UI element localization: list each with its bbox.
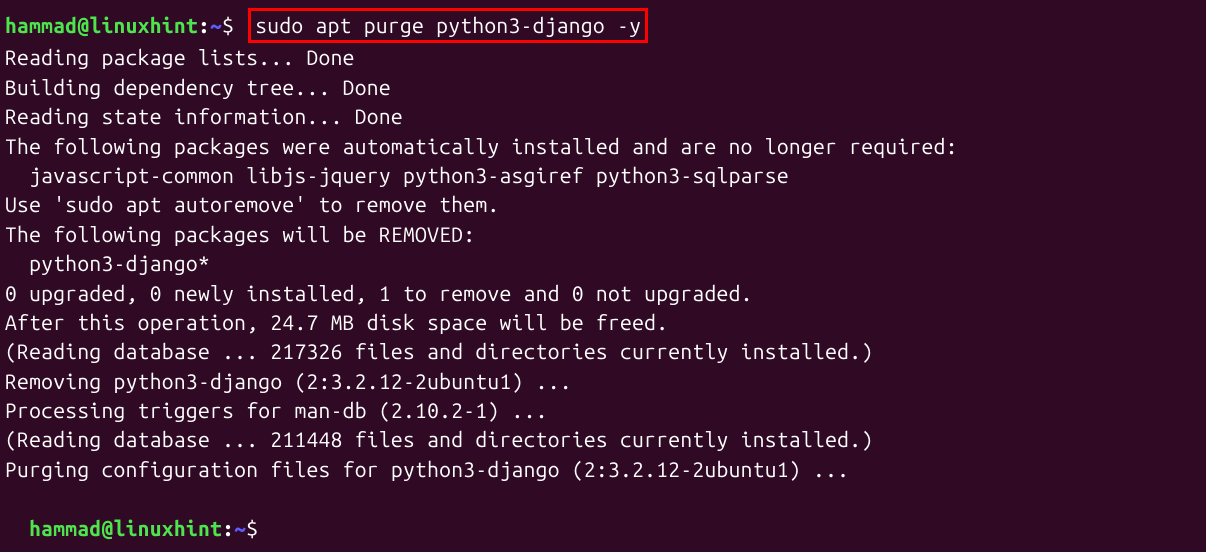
output-line: The following packages will be REMOVED: xyxy=(5,220,1201,249)
output-line: (Reading database ... 211448 files and d… xyxy=(5,425,1201,454)
terminal-prompt-line-2[interactable]: hammad@linuxhint:~$ xyxy=(5,484,1201,543)
prompt-path: ~ xyxy=(210,11,222,40)
prompt-colon: : xyxy=(222,516,234,540)
output-line: Building dependency tree... Done xyxy=(5,73,1201,102)
output-line: Purging configuration files for python3-… xyxy=(5,455,1201,484)
output-line: Reading package lists... Done xyxy=(5,43,1201,72)
prompt-host: linuxhint xyxy=(89,11,198,40)
prompt-host: linuxhint xyxy=(114,516,223,540)
output-line: javascript-common libjs-jquery python3-a… xyxy=(5,161,1201,190)
output-line: After this operation, 24.7 MB disk space… xyxy=(5,308,1201,337)
prompt-user: hammad xyxy=(5,11,77,40)
prompt-dollar: $ xyxy=(246,516,258,540)
prompt-colon: : xyxy=(198,11,210,40)
output-line: The following packages were automaticall… xyxy=(5,132,1201,161)
output-line: Removing python3-django (2:3.2.12-2ubunt… xyxy=(5,367,1201,396)
prompt-path: ~ xyxy=(234,516,246,540)
output-line: Processing triggers for man-db (2.10.2-1… xyxy=(5,396,1201,425)
command-highlight-box: sudo apt purge python3-django -y xyxy=(248,8,648,43)
prompt-at: @ xyxy=(102,516,114,540)
command-text[interactable]: sudo apt purge python3-django -y xyxy=(255,13,641,37)
prompt-dollar: $ xyxy=(222,11,246,40)
output-line: python3-django* xyxy=(5,249,1201,278)
prompt-at: @ xyxy=(77,11,89,40)
output-line: Reading state information... Done xyxy=(5,102,1201,131)
prompt-user: hammad xyxy=(29,516,101,540)
terminal-prompt-line-1: hammad@linuxhint:~$ sudo apt purge pytho… xyxy=(5,8,1201,43)
output-line: (Reading database ... 217326 files and d… xyxy=(5,337,1201,366)
output-line: Use 'sudo apt autoremove' to remove them… xyxy=(5,190,1201,219)
output-line: 0 upgraded, 0 newly installed, 1 to remo… xyxy=(5,279,1201,308)
